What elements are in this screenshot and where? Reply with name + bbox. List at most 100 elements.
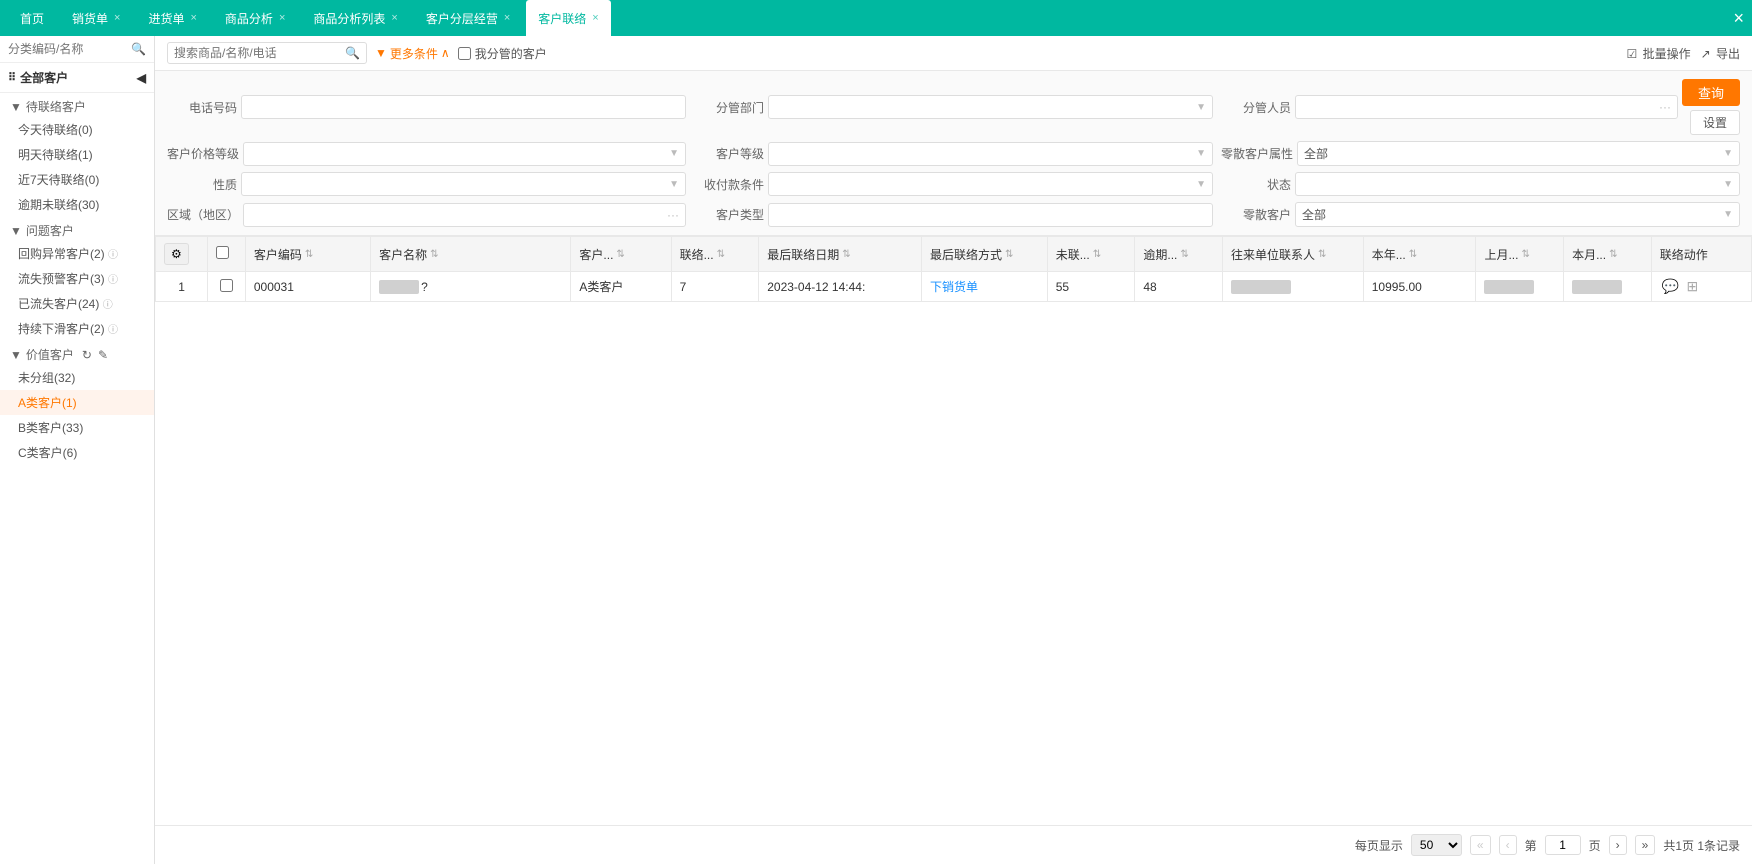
phone-input[interactable]: [241, 95, 686, 119]
search-icon[interactable]: 🔍: [345, 46, 360, 60]
status-select[interactable]: ▼: [1295, 172, 1740, 196]
th-last-contact-method[interactable]: 最后联络方式 ⇅: [922, 237, 1048, 272]
more-conditions-button[interactable]: ▼ 更多条件 ∧: [375, 45, 450, 62]
value-customers-section-header[interactable]: ▼ 价值客户 ↻ ✎: [0, 341, 154, 365]
sort-code-icon: ⇅: [305, 249, 313, 260]
value-customers-refresh-icon[interactable]: ↻: [82, 348, 92, 362]
value-customers-edit-icon[interactable]: ✎: [98, 348, 108, 362]
class-c-item[interactable]: C类客户(6): [0, 440, 154, 465]
th-code[interactable]: 客户编码 ⇅: [245, 237, 370, 272]
region-input[interactable]: ···: [243, 203, 686, 227]
retail-customer-select[interactable]: 全部 ▼: [1295, 202, 1740, 227]
customer-table: ⚙ 客户编码 ⇅ 客户名称: [155, 236, 1752, 302]
sidebar-search-icon[interactable]: 🔍: [131, 42, 146, 56]
row-this-year: 10995.00: [1363, 272, 1476, 302]
table-row: 1 000031 ? A类客户 7 2023-04-12 14:44: 下: [156, 272, 1752, 302]
sort-method-icon: ⇅: [1005, 249, 1013, 260]
settings-button[interactable]: 设置: [1690, 110, 1740, 135]
th-customer-type[interactable]: 客户... ⇅: [571, 237, 671, 272]
th-unreached[interactable]: 未联... ⇅: [1047, 237, 1135, 272]
th-last-contact-date-label: 最后联络日期: [767, 246, 839, 263]
price-level-select[interactable]: ▼: [243, 142, 686, 166]
tab-purchase[interactable]: 进货单 ×: [136, 0, 208, 36]
export-label: 导出: [1716, 47, 1740, 61]
sidebar-search-input[interactable]: [8, 42, 127, 56]
nature-select[interactable]: ▼: [241, 172, 686, 196]
tab-customer-segment[interactable]: 客户分层经营 ×: [414, 0, 522, 36]
class-b-item[interactable]: B类客户(33): [0, 415, 154, 440]
th-name-label: 客户名称: [379, 246, 427, 263]
filter-bar-right: ☑ 批量操作 ↗ 导出: [1626, 45, 1740, 62]
th-unit-contact[interactable]: 往来单位联系人 ⇅: [1223, 237, 1364, 272]
first-page-button[interactable]: «: [1470, 835, 1491, 855]
row-contact-method-link[interactable]: 下销货单: [930, 280, 978, 294]
th-contact-count[interactable]: 联络... ⇅: [671, 237, 759, 272]
close-customer-contact-icon[interactable]: ×: [592, 12, 598, 24]
collapse-sidebar-icon[interactable]: ◀: [137, 71, 146, 85]
select-all-checkbox[interactable]: [216, 246, 229, 259]
dept-select[interactable]: ▼: [768, 95, 1213, 119]
tab-home[interactable]: 首页: [8, 0, 56, 36]
ungroup-item[interactable]: 未分组(32): [0, 365, 154, 390]
tab-sales[interactable]: 销货单 ×: [60, 0, 132, 36]
customer-level-select[interactable]: ▼: [768, 142, 1213, 166]
close-purchase-icon[interactable]: ×: [190, 12, 196, 24]
customer-type-input[interactable]: [768, 203, 1213, 227]
close-sales-icon[interactable]: ×: [114, 12, 120, 24]
my-customers-checkbox-label[interactable]: 我分管的客户: [458, 45, 547, 62]
batch-operations-button[interactable]: ☑ 批量操作: [1626, 45, 1690, 62]
filter-row-1: 电话号码 分管部门 ▼ 分管人员 ···: [167, 79, 1740, 135]
tomorrow-pending-item[interactable]: 明天待联络(1): [0, 142, 154, 167]
today-pending-item[interactable]: 今天待联络(0): [0, 117, 154, 142]
overdue-contact-item[interactable]: 逾期未联络(30): [0, 192, 154, 217]
tab-product-analysis[interactable]: 商品分析 ×: [213, 0, 297, 36]
next-page-button[interactable]: ›: [1609, 835, 1627, 855]
th-last-contact-date[interactable]: 最后联络日期 ⇅: [759, 237, 922, 272]
manager-input[interactable]: ···: [1295, 95, 1678, 119]
class-a-item[interactable]: A类客户(1): [0, 390, 154, 415]
close-product-analysis-icon[interactable]: ×: [279, 12, 285, 24]
th-last-month[interactable]: 上月... ⇅: [1476, 237, 1564, 272]
th-code-label: 客户编码: [254, 246, 302, 263]
customer-type-label: 客户类型: [694, 206, 764, 223]
action-message-icon[interactable]: 💬: [1662, 278, 1679, 294]
close-product-analysis-list-icon[interactable]: ×: [391, 12, 397, 24]
per-page-select[interactable]: 50 100 200: [1411, 834, 1462, 856]
th-gear[interactable]: ⚙: [156, 237, 208, 272]
content-area: 🔍 ▼ 更多条件 ∧ 我分管的客户 ☑ 批量操作 ↗ 导出: [155, 36, 1752, 864]
th-overdue[interactable]: 逾期... ⇅: [1135, 237, 1223, 272]
payment-select[interactable]: ▼: [768, 172, 1213, 196]
tab-customer-contact[interactable]: 客户联络 ×: [526, 0, 610, 36]
gear-button[interactable]: ⚙: [164, 243, 189, 265]
prev-page-button[interactable]: ‹: [1499, 835, 1517, 855]
churn-warning-item[interactable]: 流失预警客户(3) ⓘ: [0, 266, 154, 291]
action-more-icon[interactable]: ⊞: [1687, 278, 1699, 294]
value-customers-label: 价值客户: [26, 346, 74, 363]
price-level-label: 客户价格等级: [167, 145, 239, 162]
my-customers-checkbox[interactable]: [458, 47, 471, 60]
retail-attr-select[interactable]: 全部 ▼: [1297, 141, 1740, 166]
window-close-button[interactable]: ×: [1733, 8, 1744, 29]
close-customer-segment-icon[interactable]: ×: [504, 12, 510, 24]
advanced-filters-panel: 电话号码 分管部门 ▼ 分管人员 ···: [155, 71, 1752, 236]
row-index: 1: [156, 272, 208, 302]
declining-item[interactable]: 持续下滑客户(2) ⓘ: [0, 316, 154, 341]
search-button[interactable]: 查询: [1682, 79, 1740, 106]
churned-item[interactable]: 已流失客户(24) ⓘ: [0, 291, 154, 316]
row-checkbox[interactable]: [220, 279, 233, 292]
all-customers-header[interactable]: ⠿ 全部客户 ◀: [0, 63, 154, 93]
tab-product-analysis-list[interactable]: 商品分析列表 ×: [301, 0, 409, 36]
export-button[interactable]: ↗ 导出: [1701, 45, 1740, 62]
search-input[interactable]: [174, 46, 341, 60]
retail-customer-label: 零散客户: [1221, 206, 1291, 223]
th-this-year[interactable]: 本年... ⇅: [1363, 237, 1476, 272]
page-number-input[interactable]: [1545, 835, 1581, 855]
last-page-button[interactable]: »: [1635, 835, 1656, 855]
search-box[interactable]: 🔍: [167, 42, 367, 64]
problem-customers-section-header[interactable]: ▼ 问题客户: [0, 217, 154, 241]
week-pending-item[interactable]: 近7天待联络(0): [0, 167, 154, 192]
pending-contact-section-header[interactable]: ▼ 待联络客户: [0, 93, 154, 117]
th-this-month[interactable]: 本月... ⇅: [1564, 237, 1652, 272]
th-name[interactable]: 客户名称 ⇅: [371, 237, 571, 272]
repurchase-anomaly-item[interactable]: 回购异常客户(2) ⓘ: [0, 241, 154, 266]
